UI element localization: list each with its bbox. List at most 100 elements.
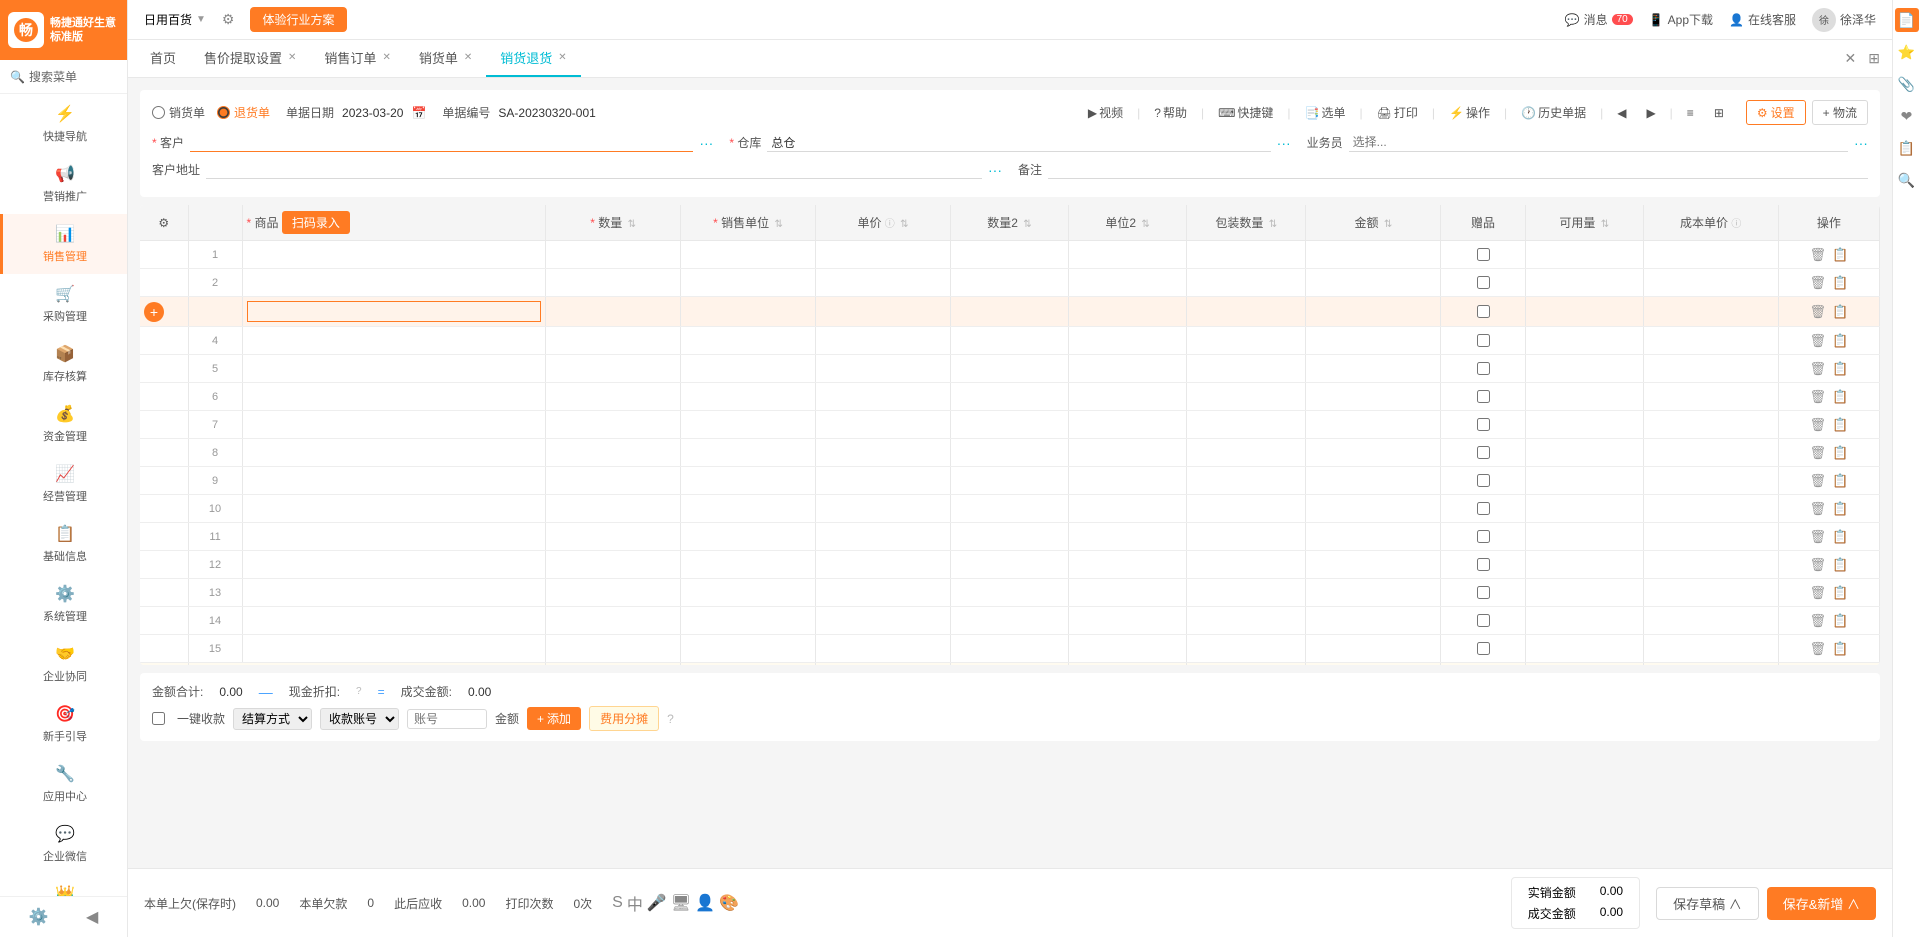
- close-tab-action[interactable]: ✕: [1841, 48, 1861, 69]
- pkg-sort-icon[interactable]: ⇅: [1269, 219, 1277, 230]
- unit-sort-icon[interactable]: ⇅: [775, 219, 783, 230]
- add-payment-button[interactable]: + 添加: [527, 707, 581, 730]
- col-unit2-header[interactable]: 单位2 ⇅: [1069, 205, 1187, 241]
- col-amount-header[interactable]: 金额 ⇅: [1306, 205, 1441, 241]
- amount-sort-icon[interactable]: ⇅: [1384, 219, 1392, 230]
- customer-input[interactable]: [190, 133, 693, 152]
- avail-sort-icon[interactable]: ⇅: [1601, 219, 1609, 230]
- sidebar-item-basic[interactable]: 📋 基础信息: [0, 514, 127, 574]
- warehouse-input[interactable]: [767, 133, 1270, 152]
- account-select[interactable]: 收款账号: [320, 708, 399, 730]
- expense-split-button[interactable]: 费用分摊: [589, 706, 659, 731]
- row-1-pkg[interactable]: [1187, 241, 1306, 269]
- toolbar-video[interactable]: ▶ 视频: [1082, 102, 1129, 123]
- toolbar-history[interactable]: 🕐 历史单据: [1515, 102, 1592, 123]
- toolbar-shortcut[interactable]: ⌨ 快捷键: [1212, 102, 1279, 123]
- address-select-icon[interactable]: ···: [988, 162, 1002, 178]
- sidebar-item-sales[interactable]: 📊 销售管理: [0, 214, 127, 274]
- right-panel-icon-3[interactable]: ❤: [1895, 104, 1919, 128]
- row-3-qty[interactable]: [546, 297, 681, 327]
- toolbar-view-grid[interactable]: ⊞: [1708, 104, 1730, 122]
- topbar-gear-icon[interactable]: ⚙: [222, 11, 235, 28]
- row-2-avail[interactable]: [1525, 269, 1643, 297]
- settings-bottom-icon[interactable]: ⚙️: [29, 907, 49, 927]
- col-qty2-header[interactable]: 数量2 ⇅: [950, 205, 1068, 241]
- sidebar-item-marketing[interactable]: 📢 营销推广: [0, 154, 127, 214]
- radio-return[interactable]: 退货单: [217, 104, 270, 121]
- staff-input[interactable]: [1349, 133, 1848, 152]
- settings-button[interactable]: ⚙ 设置: [1746, 100, 1806, 125]
- maximize-tab-action[interactable]: ⊞: [1864, 48, 1884, 69]
- price-info-icon[interactable]: ⓘ: [885, 219, 895, 230]
- sidebar-item-apps[interactable]: 🔧 应用中心: [0, 754, 127, 814]
- tab-sales-delivery[interactable]: 销货单 ✕: [405, 40, 486, 77]
- tab-close-sales-return[interactable]: ✕: [558, 52, 566, 63]
- toolbar-prev[interactable]: ◀: [1611, 104, 1632, 122]
- trial-button[interactable]: 体验行业方案: [250, 7, 346, 32]
- col-price-header[interactable]: 单价 ⓘ ⇅: [816, 205, 951, 241]
- row-2-gift-cb[interactable]: [1477, 276, 1490, 289]
- remark-input[interactable]: [1048, 160, 1868, 179]
- row-2-amount[interactable]: [1306, 269, 1441, 297]
- row-3-cost[interactable]: [1643, 297, 1778, 327]
- account-input[interactable]: [407, 709, 487, 729]
- row-1-product[interactable]: [242, 241, 546, 269]
- right-panel-icon-5[interactable]: 🔍: [1895, 168, 1919, 192]
- col-qty-header[interactable]: * 数量 ⇅: [546, 205, 681, 241]
- online-support-item[interactable]: 👤 在线客服: [1729, 11, 1796, 28]
- qty2-sort-icon[interactable]: ⇅: [1023, 219, 1031, 230]
- radio-return-input[interactable]: [217, 106, 230, 119]
- staff-select-icon[interactable]: ···: [1854, 135, 1868, 151]
- tab-close-price-setting[interactable]: ✕: [288, 52, 296, 63]
- tab-price-setting[interactable]: 售价提取设置 ✕: [190, 40, 310, 77]
- row-3-product[interactable]: [242, 297, 546, 327]
- calendar-icon[interactable]: 📅: [411, 106, 426, 120]
- toolbar-print[interactable]: 🖨 打印: [1371, 102, 1424, 123]
- col-settings-header[interactable]: ⚙: [140, 205, 188, 241]
- row-3-pkg[interactable]: [1187, 297, 1306, 327]
- row-3-price[interactable]: [816, 297, 951, 327]
- row-2-unit[interactable]: [681, 269, 816, 297]
- add-row-button[interactable]: +: [144, 302, 164, 322]
- expense-help-icon[interactable]: ?: [667, 712, 674, 726]
- row-3-unit[interactable]: [681, 297, 816, 327]
- topbar-title[interactable]: 日用百货 ▼: [144, 11, 206, 28]
- row-3-qty2[interactable]: [950, 297, 1068, 327]
- row-1-delete[interactable]: 🗑: [1808, 246, 1827, 264]
- sidebar-item-system[interactable]: ⚙️ 系统管理: [0, 574, 127, 634]
- cost-info-icon[interactable]: ⓘ: [1731, 219, 1741, 230]
- sidebar-search[interactable]: 🔍 搜索菜单: [0, 60, 127, 94]
- row-1-price[interactable]: [816, 241, 951, 269]
- row-3-gift-cb[interactable]: [1477, 305, 1490, 318]
- sidebar-item-operation[interactable]: 📈 经营管理: [0, 454, 127, 514]
- collect-checkbox[interactable]: [152, 712, 165, 725]
- row-3-avail[interactable]: [1525, 297, 1643, 327]
- row-2-price[interactable]: [816, 269, 951, 297]
- row-3-unit2[interactable]: [1069, 297, 1187, 327]
- col-pkg-header[interactable]: 包装数量 ⇅: [1187, 205, 1306, 241]
- unit2-sort-icon[interactable]: ⇅: [1141, 219, 1149, 230]
- tab-close-sales-delivery[interactable]: ✕: [464, 52, 472, 63]
- sidebar-item-wechat[interactable]: 💬 企业微信: [0, 814, 127, 874]
- row-2-qty2[interactable]: [950, 269, 1068, 297]
- row-1-copy[interactable]: 📋: [1831, 246, 1849, 264]
- sidebar-item-shortcut[interactable]: ⚡ 快捷导航: [0, 94, 127, 154]
- row-1-unit2[interactable]: [1069, 241, 1187, 269]
- sidebar-item-newguide[interactable]: 🎯 新手引导: [0, 694, 127, 754]
- tab-sales-return[interactable]: 销货退货 ✕: [486, 40, 580, 77]
- row-2-product[interactable]: [242, 269, 546, 297]
- row-3-product-input[interactable]: [247, 301, 542, 322]
- toolbar-operate[interactable]: ⚡ 操作: [1443, 102, 1496, 123]
- right-panel-icon-1[interactable]: ⭐: [1895, 40, 1919, 64]
- warehouse-select-icon[interactable]: ···: [1277, 135, 1291, 151]
- row-2-delete[interactable]: 🗑: [1808, 274, 1827, 292]
- row-1-avail[interactable]: [1525, 241, 1643, 269]
- right-panel-icon-0[interactable]: 📄: [1895, 8, 1919, 32]
- right-panel-icon-4[interactable]: 📋: [1895, 136, 1919, 160]
- row-2-qty[interactable]: [546, 269, 681, 297]
- user-item[interactable]: 徐 徐泽华: [1812, 8, 1876, 32]
- row-1-unit[interactable]: [681, 241, 816, 269]
- radio-sale[interactable]: 销货单: [152, 104, 205, 121]
- cash-discount-info-icon[interactable]: ?: [356, 686, 362, 697]
- qty-sort-icon[interactable]: ⇅: [628, 219, 636, 230]
